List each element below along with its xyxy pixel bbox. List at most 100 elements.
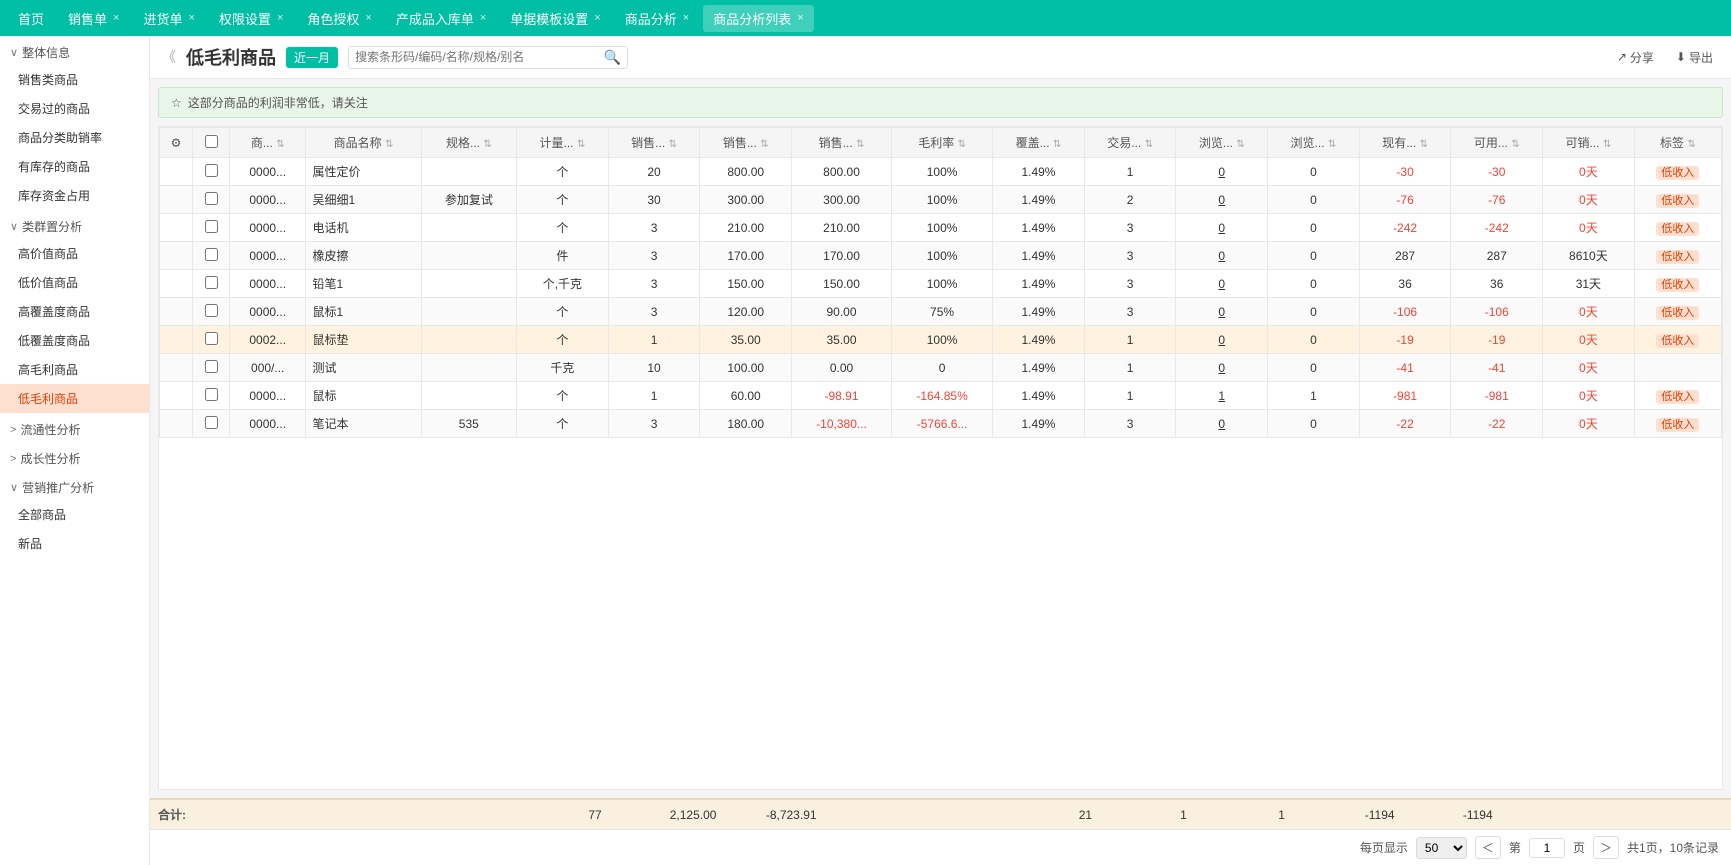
row-name: 属性定价 xyxy=(306,158,421,186)
sidebar-group-growth[interactable]: > 成长性分析 xyxy=(0,442,149,471)
next-page-button[interactable]: ＞ xyxy=(1593,836,1619,859)
close-icon[interactable]: × xyxy=(188,12,194,24)
col-browse1[interactable]: 浏览... ⇅ xyxy=(1176,128,1268,158)
col-name[interactable]: 商品名称 ⇅ xyxy=(306,128,421,158)
close-icon[interactable]: × xyxy=(797,12,803,24)
search-input[interactable] xyxy=(355,50,604,64)
share-icon: ↗ xyxy=(1617,50,1627,64)
nav-product-analysis[interactable]: 商品分析 × xyxy=(615,5,699,32)
row-transaction: 3 xyxy=(1084,410,1176,438)
time-filter-btn[interactable]: 近一月 xyxy=(286,47,338,68)
col-unit[interactable]: 计量... ⇅ xyxy=(517,128,609,158)
sidebar-item-capital[interactable]: 库存资金占用 xyxy=(0,181,149,210)
row-coverage: 1.49% xyxy=(993,354,1085,382)
page-size-select[interactable]: 50 100 200 xyxy=(1416,837,1467,859)
nav-product-analysis-list[interactable]: 商品分析列表 × xyxy=(703,5,813,32)
col-sales-count[interactable]: 销售... ⇅ xyxy=(608,128,700,158)
col-spec[interactable]: 规格... ⇅ xyxy=(421,128,516,158)
row-name: 鼠标1 xyxy=(306,298,421,326)
nav-purchase-order[interactable]: 进货单 × xyxy=(133,5,204,32)
row-browse1[interactable]: 0 xyxy=(1176,354,1268,382)
sidebar-group-overall[interactable]: ∨ 整体信息 xyxy=(0,36,149,65)
col-coverage[interactable]: 覆盖... ⇅ xyxy=(993,128,1085,158)
row-sales-price: 170.00 xyxy=(700,242,792,270)
close-icon[interactable]: × xyxy=(277,12,283,24)
row-checkbox[interactable] xyxy=(193,242,230,270)
row-current-stock: -981 xyxy=(1359,382,1451,410)
sidebar-item-low-coverage[interactable]: 低覆盖度商品 xyxy=(0,326,149,355)
sidebar-item-high-margin[interactable]: 高毛利商品 xyxy=(0,355,149,384)
nav-home[interactable]: 首页 xyxy=(8,5,54,32)
row-checkbox[interactable] xyxy=(193,298,230,326)
sidebar-group-cluster[interactable]: ∨ 类群置分析 xyxy=(0,210,149,239)
row-checkbox[interactable] xyxy=(193,410,230,438)
col-sales-price[interactable]: 销售... ⇅ xyxy=(700,128,792,158)
row-tag: 低收入 xyxy=(1634,298,1721,326)
row-browse1[interactable]: 0 xyxy=(1176,214,1268,242)
nav-sales-order[interactable]: 销售单 × xyxy=(58,5,129,32)
row-browse1[interactable]: 0 xyxy=(1176,158,1268,186)
sidebar-item-high-value[interactable]: 高价值商品 xyxy=(0,239,149,268)
row-checkbox[interactable] xyxy=(193,326,230,354)
nav-product-in[interactable]: 产成品入库单 × xyxy=(386,5,496,32)
collapse-sidebar-icon[interactable]: 《 xyxy=(162,47,176,67)
row-browse1[interactable]: 0 xyxy=(1176,298,1268,326)
row-checkbox[interactable] xyxy=(193,158,230,186)
col-checkbox[interactable] xyxy=(193,128,230,158)
select-all-checkbox[interactable] xyxy=(205,135,218,148)
sidebar-item-sales-goods[interactable]: 销售类商品 xyxy=(0,65,149,94)
nav-template[interactable]: 单据模板设置 × xyxy=(500,5,610,32)
page-number-input[interactable] xyxy=(1529,838,1565,858)
col-gross-margin[interactable]: 毛利率 ⇅ xyxy=(892,128,993,158)
row-settings xyxy=(160,382,193,410)
row-checkbox[interactable] xyxy=(193,186,230,214)
row-checkbox[interactable] xyxy=(193,270,230,298)
nav-permission[interactable]: 权限设置 × xyxy=(209,5,293,32)
table-row: 0000... 吴细细1 参加复试 个 30 300.00 300.00 100… xyxy=(160,186,1722,214)
col-sellable-days[interactable]: 可销... ⇅ xyxy=(1543,128,1635,158)
sidebar-item-high-coverage[interactable]: 高覆盖度商品 xyxy=(0,297,149,326)
row-browse1[interactable]: 0 xyxy=(1176,242,1268,270)
close-icon[interactable]: × xyxy=(480,12,486,24)
sidebar-item-category-rate[interactable]: 商品分类助销率 xyxy=(0,123,149,152)
col-browse2[interactable]: 浏览... ⇅ xyxy=(1268,128,1360,158)
col-tag[interactable]: 标签 ⇅ xyxy=(1634,128,1721,158)
sidebar-item-traded-goods[interactable]: 交易过的商品 xyxy=(0,94,149,123)
sidebar-group-marketing[interactable]: ∨ 营销推广分析 xyxy=(0,471,149,500)
share-button[interactable]: ↗ 分享 xyxy=(1611,46,1660,69)
col-transaction[interactable]: 交易... ⇅ xyxy=(1084,128,1176,158)
row-sales-count: 20 xyxy=(608,158,700,186)
close-icon[interactable]: × xyxy=(683,12,689,24)
sidebar-item-stock-goods[interactable]: 有库存的商品 xyxy=(0,152,149,181)
close-icon[interactable]: × xyxy=(594,12,600,24)
row-available-stock: -242 xyxy=(1451,214,1543,242)
sidebar-item-low-margin[interactable]: 低毛利商品 xyxy=(0,384,149,413)
row-browse1[interactable]: 1 xyxy=(1176,382,1268,410)
sidebar-item-new-goods[interactable]: 新品 xyxy=(0,529,149,558)
sidebar-item-all-goods[interactable]: 全部商品 xyxy=(0,500,149,529)
search-icon[interactable]: 🔍 xyxy=(604,49,621,66)
col-settings[interactable]: ⚙ xyxy=(160,128,193,158)
row-spec xyxy=(421,158,516,186)
prev-page-button[interactable]: ＜ xyxy=(1475,836,1501,859)
row-checkbox[interactable] xyxy=(193,382,230,410)
col-available-stock[interactable]: 可用... ⇅ xyxy=(1451,128,1543,158)
nav-role-auth[interactable]: 角色授权 × xyxy=(297,5,381,32)
col-current-stock[interactable]: 现有... ⇅ xyxy=(1359,128,1451,158)
col-code[interactable]: 商... ⇅ xyxy=(229,128,306,158)
row-browse1[interactable]: 0 xyxy=(1176,410,1268,438)
row-browse1[interactable]: 0 xyxy=(1176,326,1268,354)
row-checkbox[interactable] xyxy=(193,354,230,382)
export-button[interactable]: ⬇ 导出 xyxy=(1670,46,1719,69)
sidebar-item-low-value[interactable]: 低价值商品 xyxy=(0,268,149,297)
close-icon[interactable]: × xyxy=(113,12,119,24)
row-available-stock: -981 xyxy=(1451,382,1543,410)
row-browse1[interactable]: 0 xyxy=(1176,270,1268,298)
close-icon[interactable]: × xyxy=(365,12,371,24)
col-sales-profit[interactable]: 销售... ⇅ xyxy=(792,128,892,158)
row-sales-price: 100.00 xyxy=(700,354,792,382)
sidebar-group-flow[interactable]: > 流通性分析 xyxy=(0,413,149,442)
row-checkbox[interactable] xyxy=(193,214,230,242)
row-browse1[interactable]: 0 xyxy=(1176,186,1268,214)
table-body: 0000... 属性定价 个 20 800.00 800.00 100% 1.4… xyxy=(160,158,1722,438)
